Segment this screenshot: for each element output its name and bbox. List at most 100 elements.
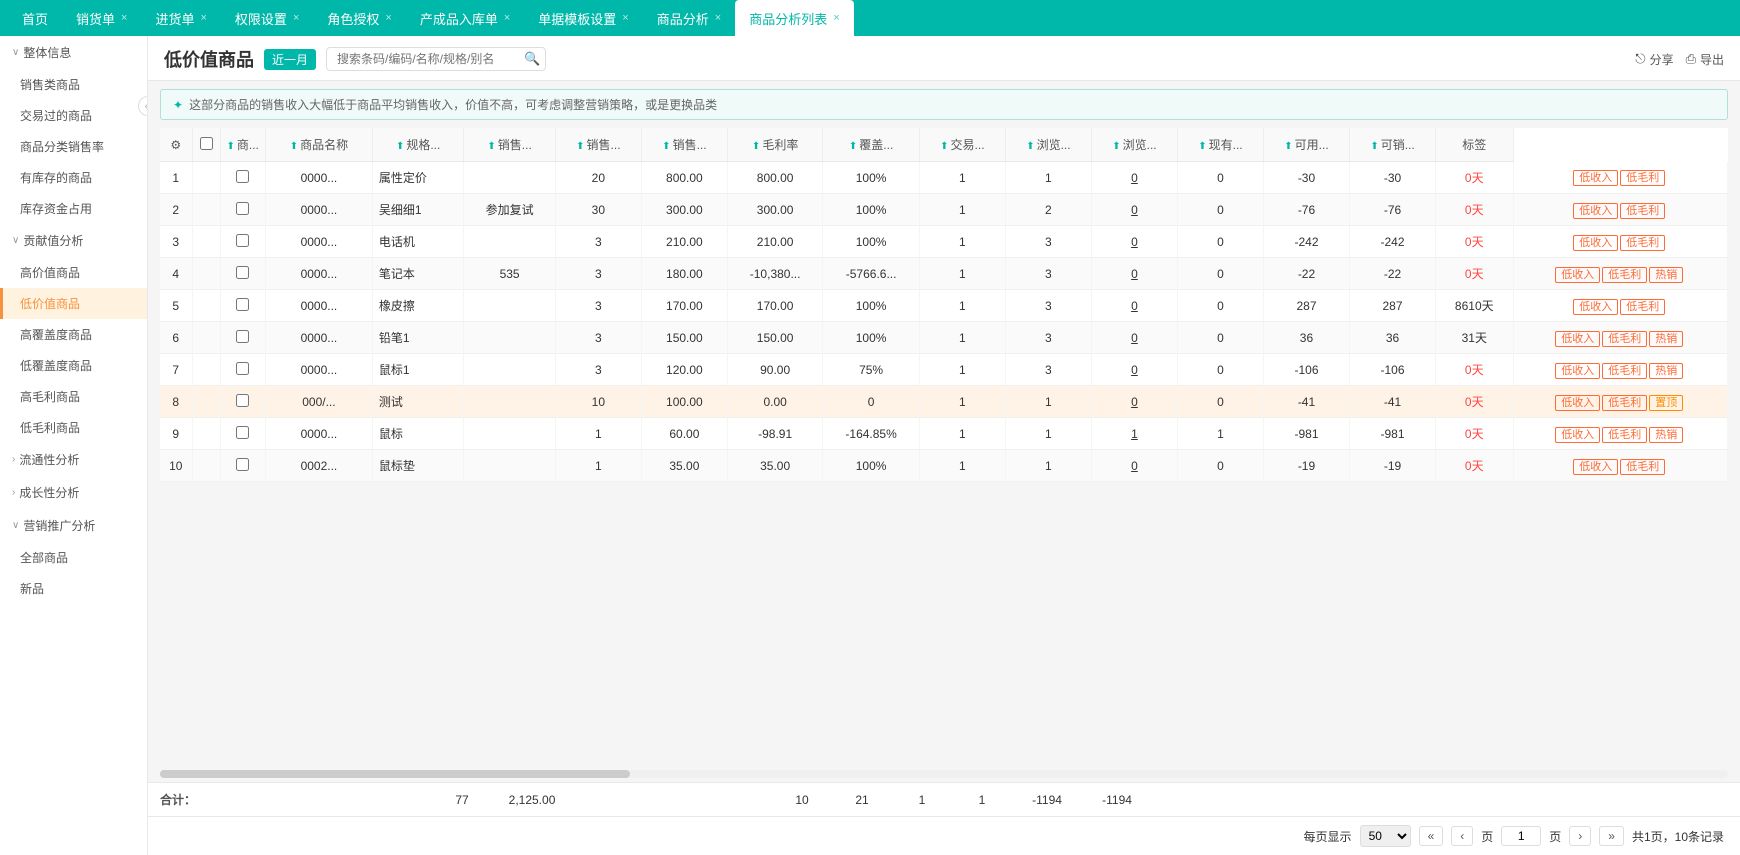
- sidebar-group-贡献值分析[interactable]: ∨贡献值分析: [0, 224, 147, 257]
- sidebar-item-有库存的商品[interactable]: 有库存的商品: [0, 162, 147, 193]
- row-checkbox-cell[interactable]: [220, 194, 265, 226]
- prev-page-button[interactable]: ‹: [1451, 826, 1473, 846]
- view-link[interactable]: 1: [1131, 427, 1138, 441]
- spec-col-header[interactable]: ⬆规格...: [372, 128, 463, 162]
- sidebar-item-低毛利商品[interactable]: 低毛利商品: [0, 412, 147, 443]
- share-button[interactable]: ⎋ 分享: [1635, 51, 1673, 68]
- sidebar-group-流通性分析[interactable]: ›流通性分析: [0, 443, 147, 476]
- nav-close-icon[interactable]: ×: [293, 12, 299, 24]
- sidebar-item-低覆盖度商品[interactable]: 低覆盖度商品: [0, 350, 147, 381]
- row-checkbox-cell[interactable]: [220, 290, 265, 322]
- view-link[interactable]: 0: [1131, 267, 1138, 281]
- next-page-button[interactable]: ›: [1569, 826, 1591, 846]
- sidebar-item-商品分类销售率[interactable]: 商品分类销售率: [0, 131, 147, 162]
- row-checkbox-cell[interactable]: [220, 322, 265, 354]
- view-link[interactable]: 0: [1131, 299, 1138, 313]
- saleable-col-header[interactable]: ⬆可销...: [1350, 128, 1436, 162]
- sidebar-group-营销推广分析[interactable]: ∨营销推广分析: [0, 509, 147, 542]
- row-checkbox[interactable]: [236, 170, 249, 183]
- current-stock-col-header[interactable]: ⬆现有...: [1177, 128, 1263, 162]
- sidebar-item-库存资金占用[interactable]: 库存资金占用: [0, 193, 147, 224]
- view-link[interactable]: 0: [1131, 235, 1138, 249]
- row-checkbox[interactable]: [236, 394, 249, 407]
- row-checkbox[interactable]: [236, 202, 249, 215]
- row-checkbox-cell[interactable]: [220, 354, 265, 386]
- row-checkbox[interactable]: [236, 330, 249, 343]
- row-checkbox-cell[interactable]: [220, 226, 265, 258]
- nav-close-icon[interactable]: ×: [833, 12, 839, 24]
- sales-qty-col-header[interactable]: ⬆销售...: [464, 128, 555, 162]
- horizontal-scrollbar[interactable]: [160, 770, 1728, 778]
- sidebar-group-成长性分析[interactable]: ›成长性分析: [0, 476, 147, 509]
- sales-profit-cell: 170.00: [727, 290, 822, 322]
- nav-close-icon[interactable]: ×: [200, 12, 206, 24]
- per-page-select[interactable]: 50 100: [1360, 825, 1411, 847]
- sidebar-item-高毛利商品[interactable]: 高毛利商品: [0, 381, 147, 412]
- search-icon[interactable]: 🔍: [524, 51, 540, 67]
- notice-text: 这部分商品的销售收入大幅低于商品平均销售收入，价值不高，可考虑调整营销策略，或是…: [189, 96, 717, 113]
- view-count-col-header[interactable]: ⬆浏览...: [1005, 128, 1091, 162]
- nav-close-icon[interactable]: ×: [504, 12, 510, 24]
- export-button[interactable]: ⎙ 导出: [1686, 51, 1724, 68]
- row-checkbox[interactable]: [236, 426, 249, 439]
- nav-close-icon[interactable]: ×: [622, 12, 628, 24]
- view-link[interactable]: 0: [1131, 363, 1138, 377]
- view-link[interactable]: 0: [1131, 395, 1138, 409]
- sales-amount-col-header[interactable]: ⬆销售...: [555, 128, 641, 162]
- nav-close-icon[interactable]: ×: [121, 12, 127, 24]
- sidebar-item-交易过的商品[interactable]: 交易过的商品: [0, 100, 147, 131]
- row-checkbox[interactable]: [236, 362, 249, 375]
- view-count2-col-header[interactable]: ⬆浏览...: [1091, 128, 1177, 162]
- sidebar-group-整体信息[interactable]: ∨整体信息: [0, 36, 147, 69]
- nav-item-首页[interactable]: 首页: [8, 0, 62, 36]
- nav-close-icon[interactable]: ×: [715, 12, 721, 24]
- nav-item-商品分析[interactable]: 商品分析×: [643, 0, 735, 36]
- current-page-input[interactable]: [1501, 826, 1541, 846]
- time-badge[interactable]: 近一月: [264, 49, 316, 70]
- sidebar-item-全部商品[interactable]: 全部商品: [0, 542, 147, 573]
- nav-item-权限设置[interactable]: 权限设置×: [221, 0, 313, 36]
- row-checkbox[interactable]: [236, 298, 249, 311]
- settings-col-header[interactable]: ⚙: [160, 128, 192, 162]
- coverage-cell: 1: [919, 418, 1005, 450]
- sidebar-item-新品[interactable]: 新品: [0, 573, 147, 604]
- available-stock-col-header[interactable]: ⬆可用...: [1263, 128, 1349, 162]
- row-checkbox-cell[interactable]: [220, 418, 265, 450]
- nav-item-商品分析列表[interactable]: 商品分析列表×: [735, 0, 853, 36]
- sidebar-item-高覆盖度商品[interactable]: 高覆盖度商品: [0, 319, 147, 350]
- nav-item-进货单[interactable]: 进货单×: [141, 0, 220, 36]
- row-checkbox-cell[interactable]: [220, 386, 265, 418]
- gross-margin-col-header[interactable]: ⬆毛利率: [727, 128, 822, 162]
- nav-item-产成品入库单[interactable]: 产成品入库单×: [406, 0, 524, 36]
- nav-close-icon[interactable]: ×: [385, 12, 391, 24]
- row-checkbox-cell[interactable]: [220, 450, 265, 482]
- select-all-checkbox[interactable]: [200, 137, 213, 150]
- view-link[interactable]: 0: [1131, 203, 1138, 217]
- checkbox-col-header[interactable]: [192, 128, 220, 162]
- sidebar-item-高价值商品[interactable]: 高价值商品: [0, 257, 147, 288]
- name-col-header[interactable]: ⬆商品名称: [265, 128, 372, 162]
- group-label: 成长性分析: [19, 484, 79, 501]
- row-checkbox-cell[interactable]: [220, 258, 265, 290]
- spec-cell: [464, 418, 555, 450]
- view-link[interactable]: 0: [1131, 331, 1138, 345]
- last-page-button[interactable]: »: [1599, 826, 1624, 846]
- nav-item-角色授权[interactable]: 角色授权×: [313, 0, 405, 36]
- scrollbar-thumb[interactable]: [160, 770, 630, 778]
- sales-profit-col-header[interactable]: ⬆销售...: [641, 128, 727, 162]
- view-link[interactable]: 0: [1131, 171, 1138, 185]
- search-input[interactable]: [326, 47, 546, 71]
- trade-count-col-header[interactable]: ⬆交易...: [919, 128, 1005, 162]
- row-checkbox[interactable]: [236, 234, 249, 247]
- nav-item-单据模板设置[interactable]: 单据模板设置×: [524, 0, 642, 36]
- nav-item-销货单[interactable]: 销货单×: [62, 0, 141, 36]
- first-page-button[interactable]: «: [1419, 826, 1444, 846]
- view-link[interactable]: 0: [1131, 459, 1138, 473]
- sidebar-item-销售类商品[interactable]: 销售类商品: [0, 69, 147, 100]
- sidebar-item-低价值商品[interactable]: 低价值商品: [0, 288, 147, 319]
- row-checkbox[interactable]: [236, 458, 249, 471]
- row-checkbox[interactable]: [236, 266, 249, 279]
- coverage-col-header[interactable]: ⬆覆盖...: [823, 128, 919, 162]
- code-col-header[interactable]: ⬆商...: [220, 128, 265, 162]
- row-checkbox-cell[interactable]: [220, 162, 265, 194]
